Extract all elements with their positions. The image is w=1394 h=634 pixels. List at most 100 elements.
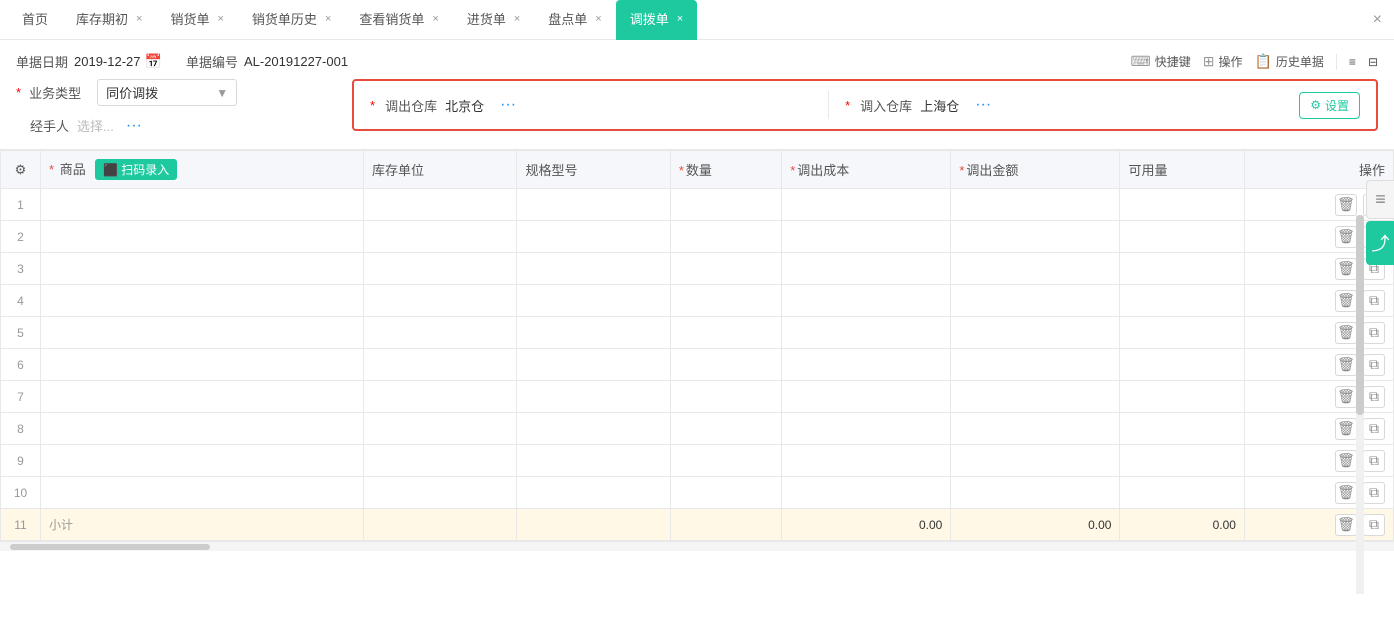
row-available[interactable]: [1120, 349, 1245, 381]
row-available[interactable]: [1120, 317, 1245, 349]
agent-input[interactable]: 选择...: [77, 116, 114, 135]
vertical-scrollbar[interactable]: [1356, 215, 1364, 594]
row-product[interactable]: [41, 445, 364, 477]
row-delete-btn[interactable]: 🗑: [1335, 322, 1357, 344]
row-copy-btn[interactable]: ⧉: [1363, 290, 1385, 312]
tab-home[interactable]: 首页: [8, 0, 62, 40]
row-spec[interactable]: [517, 413, 670, 445]
warehouse-in-more-btn[interactable]: ···: [975, 96, 991, 114]
row-cost[interactable]: [782, 253, 951, 285]
row-amount[interactable]: [951, 317, 1120, 349]
row-delete-btn[interactable]: 🗑: [1335, 418, 1357, 440]
shortcut-btn[interactable]: ⌨ 快捷键: [1130, 53, 1190, 70]
row-product[interactable]: [41, 285, 364, 317]
horizontal-scrollbar[interactable]: [0, 541, 1394, 551]
row-amount[interactable]: [951, 221, 1120, 253]
tab-view-sales[interactable]: 查看销货单 ×: [345, 0, 452, 40]
row-available[interactable]: [1120, 189, 1245, 221]
table-gear-icon[interactable]: ⚙: [15, 162, 27, 177]
row-available[interactable]: [1120, 285, 1245, 317]
row-product[interactable]: [41, 317, 364, 349]
row-product[interactable]: [41, 413, 364, 445]
row-available[interactable]: [1120, 445, 1245, 477]
tab-close-transfer[interactable]: ×: [677, 13, 683, 25]
row-unit[interactable]: [364, 285, 517, 317]
row-delete-btn[interactable]: 🗑: [1335, 450, 1357, 472]
row-spec[interactable]: [517, 445, 670, 477]
row-unit[interactable]: [364, 381, 517, 413]
warehouse-out-value[interactable]: 北京仓: [445, 96, 484, 115]
tab-close-purchase[interactable]: ×: [514, 13, 520, 25]
subtotal-delete-btn[interactable]: 🗑: [1335, 514, 1357, 536]
row-amount[interactable]: [951, 253, 1120, 285]
row-product[interactable]: [41, 189, 364, 221]
th-gear[interactable]: ⚙: [1, 151, 41, 189]
row-unit[interactable]: [364, 477, 517, 509]
tab-sales-order[interactable]: 销货单 ×: [156, 0, 237, 40]
row-delete-btn[interactable]: 🗑: [1335, 258, 1357, 280]
row-quantity[interactable]: [670, 477, 781, 509]
row-spec[interactable]: [517, 477, 670, 509]
history-btn[interactable]: 📋 历史单据: [1254, 53, 1323, 70]
row-cost[interactable]: [782, 381, 951, 413]
settings-button[interactable]: ⚙ 设置: [1299, 92, 1360, 119]
tab-close-inventory-init[interactable]: ×: [136, 13, 142, 25]
row-unit[interactable]: [364, 189, 517, 221]
row-delete-btn[interactable]: 🗑: [1335, 354, 1357, 376]
row-unit[interactable]: [364, 445, 517, 477]
row-cost[interactable]: [782, 445, 951, 477]
row-unit[interactable]: [364, 413, 517, 445]
row-product[interactable]: [41, 381, 364, 413]
row-spec[interactable]: [517, 285, 670, 317]
row-copy-btn[interactable]: ⧉: [1363, 418, 1385, 440]
row-amount[interactable]: [951, 349, 1120, 381]
row-unit[interactable]: [364, 349, 517, 381]
tab-close-view-sales[interactable]: ×: [432, 13, 438, 25]
row-product[interactable]: [41, 221, 364, 253]
row-amount[interactable]: [951, 381, 1120, 413]
view-toggle-grid[interactable]: ⊟: [1368, 55, 1378, 69]
tab-inventory-init[interactable]: 库存期初 ×: [62, 0, 156, 40]
warehouse-out-more-btn[interactable]: ···: [500, 96, 516, 114]
tab-close-sales-order[interactable]: ×: [217, 13, 223, 25]
row-quantity[interactable]: [670, 221, 781, 253]
scan-btn[interactable]: ⬛ 扫码录入: [95, 159, 177, 180]
row-copy-btn[interactable]: ⧉: [1363, 482, 1385, 504]
row-available[interactable]: [1120, 253, 1245, 285]
row-copy-btn[interactable]: ⧉: [1363, 322, 1385, 344]
row-spec[interactable]: [517, 189, 670, 221]
row-delete-btn[interactable]: 🗑: [1335, 482, 1357, 504]
row-spec[interactable]: [517, 317, 670, 349]
row-spec[interactable]: [517, 381, 670, 413]
row-quantity[interactable]: [670, 445, 781, 477]
row-amount[interactable]: [951, 477, 1120, 509]
row-cost[interactable]: [782, 317, 951, 349]
row-quantity[interactable]: [670, 253, 781, 285]
row-available[interactable]: [1120, 381, 1245, 413]
tab-stocktake[interactable]: 盘点单 ×: [534, 0, 615, 40]
row-spec[interactable]: [517, 221, 670, 253]
row-unit[interactable]: [364, 221, 517, 253]
subtotal-copy-btn[interactable]: ⧉: [1363, 514, 1385, 536]
row-amount[interactable]: [951, 189, 1120, 221]
date-field[interactable]: 2019-12-27 📅: [74, 53, 162, 70]
row-quantity[interactable]: [670, 189, 781, 221]
row-product[interactable]: [41, 477, 364, 509]
row-quantity[interactable]: [670, 285, 781, 317]
row-cost[interactable]: [782, 189, 951, 221]
row-delete-btn[interactable]: 🗑: [1335, 386, 1357, 408]
tab-close-stocktake[interactable]: ×: [595, 13, 601, 25]
row-spec[interactable]: [517, 253, 670, 285]
row-copy-btn[interactable]: ⧉: [1363, 386, 1385, 408]
sidebar-export-btn[interactable]: ⤴: [1366, 221, 1394, 265]
row-cost[interactable]: [782, 413, 951, 445]
tab-purchase[interactable]: 进货单 ×: [453, 0, 534, 40]
warehouse-in-value[interactable]: 上海仓: [920, 96, 959, 115]
row-amount[interactable]: [951, 445, 1120, 477]
row-quantity[interactable]: [670, 317, 781, 349]
calendar-icon[interactable]: 📅: [145, 53, 162, 70]
row-available[interactable]: [1120, 221, 1245, 253]
row-quantity[interactable]: [670, 413, 781, 445]
row-delete-btn[interactable]: 🗑: [1335, 290, 1357, 312]
row-cost[interactable]: [782, 285, 951, 317]
